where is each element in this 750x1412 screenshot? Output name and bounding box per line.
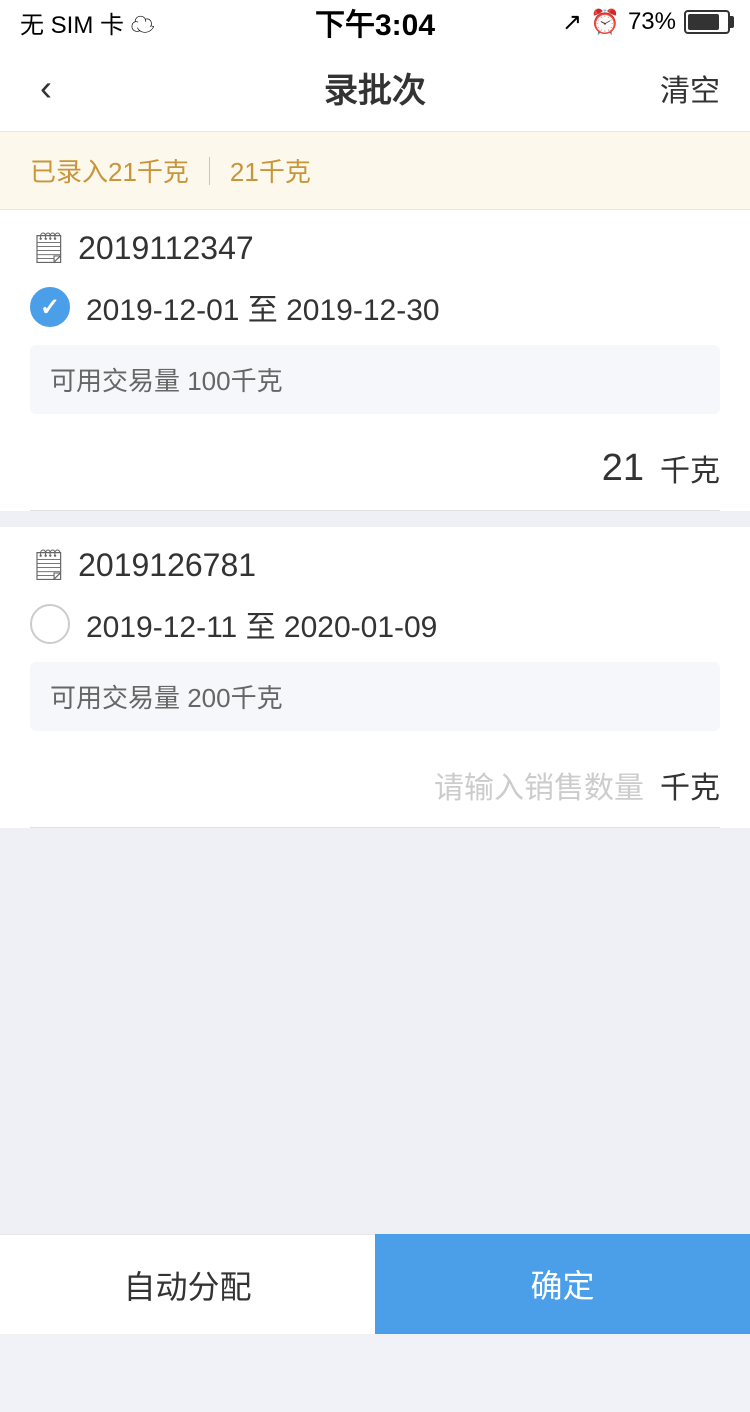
- batch-id-2: 2019126781: [78, 547, 256, 584]
- batch-1-amount-row: 21 千克: [0, 430, 750, 510]
- battery-icon: [684, 10, 730, 34]
- bottom-bar: 自动分配 确定: [0, 1234, 750, 1334]
- confirm-button[interactable]: 确定: [375, 1234, 750, 1334]
- batch-item-1: 🗒 2019112347 2019-12-01 至 2019-12-30 可用交…: [0, 210, 750, 511]
- batch-2-availability: 可用交易量 200千克: [30, 662, 720, 731]
- batch-id-1: 2019112347: [78, 230, 254, 267]
- batch-2-input-row: 请输入销售数量 千克: [0, 747, 750, 827]
- auto-distribute-button[interactable]: 自动分配: [0, 1234, 375, 1334]
- info-divider: [209, 157, 210, 185]
- batch-1-date-row: 2019-12-01 至 2019-12-30: [0, 277, 750, 345]
- sim-label: 无 SIM 卡 ☁: [20, 5, 155, 40]
- batch-icon-1: 🗒: [30, 231, 68, 266]
- batch-1-availability: 可用交易量 100千克: [30, 345, 720, 414]
- batch-2-input-placeholder: 请输入销售数量: [30, 763, 644, 807]
- batch-1-header: 🗒 2019112347: [0, 210, 750, 277]
- page-title: 录批次: [324, 63, 426, 112]
- batch-1-amount-value: 21: [602, 447, 644, 490]
- back-button[interactable]: ‹: [30, 57, 62, 119]
- clear-button[interactable]: 清空: [660, 66, 720, 110]
- status-right: ↗ ⏰ 73%: [562, 8, 730, 37]
- alarm-icon: ⏰: [590, 8, 620, 37]
- batch-2-date-row: 2019-12-11 至 2020-01-09: [0, 594, 750, 662]
- batch-item-2: 🗒 2019126781 2019-12-11 至 2020-01-09 可用交…: [0, 527, 750, 828]
- location-icon: ↗: [562, 8, 582, 37]
- section-divider-1: [0, 511, 750, 527]
- recorded-value: 21千克: [230, 152, 311, 189]
- recorded-label: 已录入21千克: [30, 152, 189, 189]
- batch-1-date: 2019-12-01 至 2019-12-30: [86, 285, 440, 329]
- batch-2-input-unit: 千克: [660, 763, 720, 807]
- batch-2-date: 2019-12-11 至 2020-01-09: [86, 602, 437, 646]
- batch-1-amount-unit: 千克: [660, 446, 720, 490]
- batch-2-radio[interactable]: [30, 604, 70, 644]
- batch-2-header: 🗒 2019126781: [0, 527, 750, 594]
- batch-1-radio[interactable]: [30, 287, 70, 327]
- status-left: 无 SIM 卡 ☁: [20, 5, 155, 40]
- batch-icon-2: 🗒: [30, 548, 68, 583]
- battery-percent: 73%: [628, 8, 676, 36]
- status-bar: 无 SIM 卡 ☁ 下午3:04 ↗ ⏰ 73%: [0, 0, 750, 44]
- info-banner: 已录入21千克 21千克: [0, 132, 750, 210]
- nav-bar: ‹ 录批次 清空: [0, 44, 750, 132]
- status-time: 下午3:04: [315, 0, 435, 44]
